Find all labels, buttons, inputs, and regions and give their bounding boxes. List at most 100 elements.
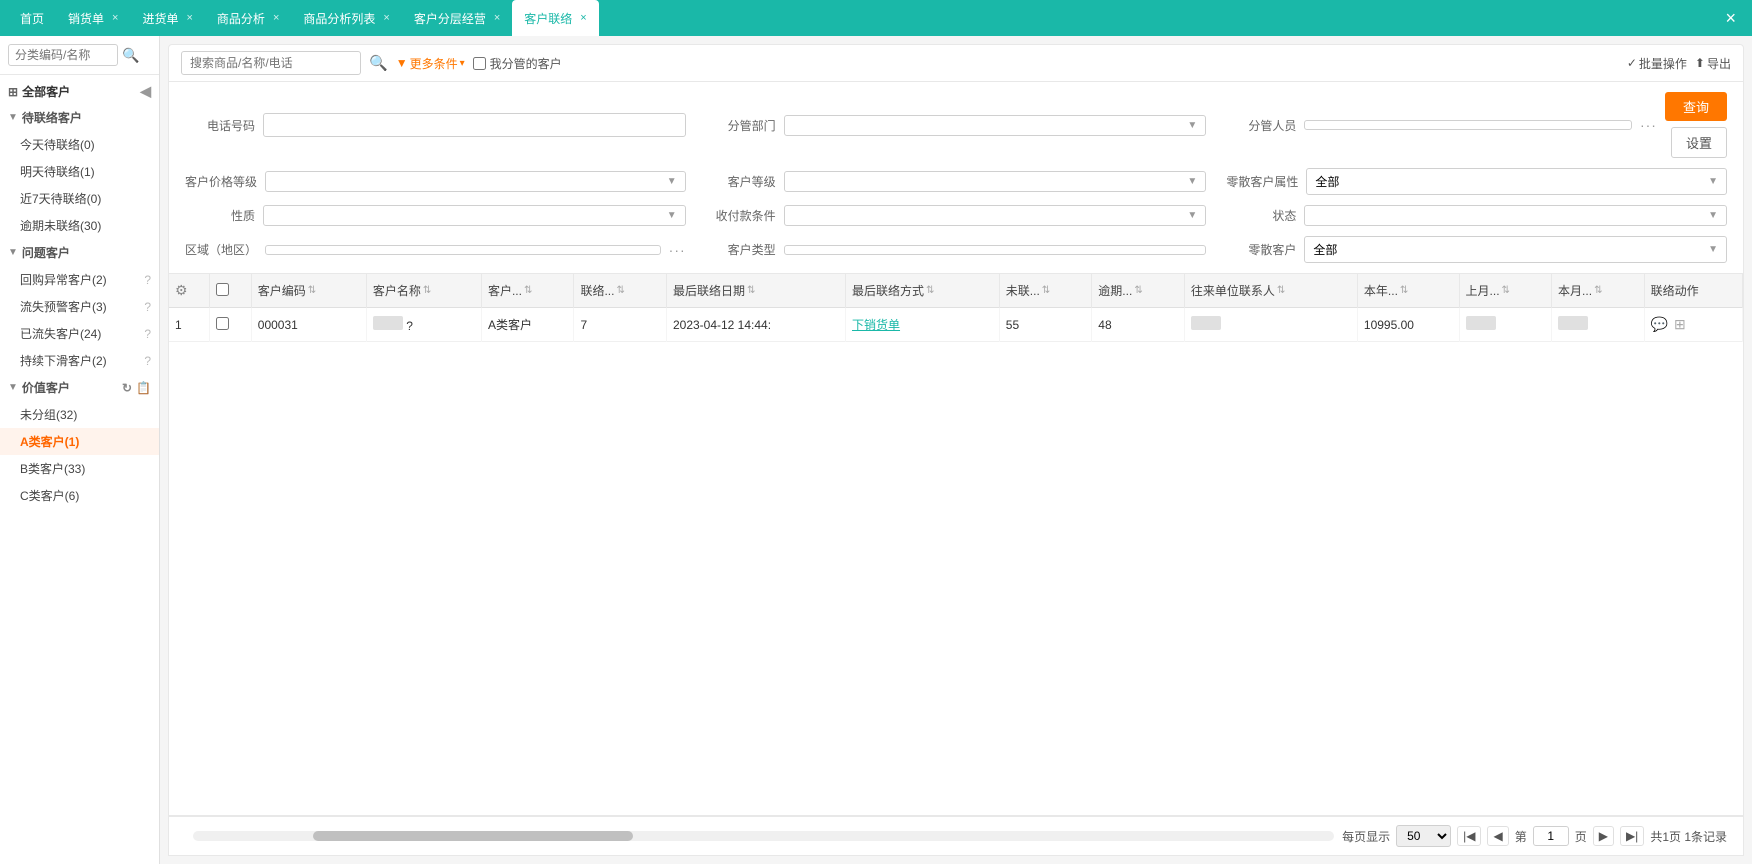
filter-row-person: 分管人员 ··· 查询 设置	[1226, 92, 1727, 158]
query-button[interactable]: 查询	[1665, 92, 1727, 121]
tab-customer-contact-label: 客户联络	[524, 10, 572, 27]
sidebar-search-icon[interactable]: 🔍	[122, 47, 139, 64]
filter-bar: 🔍 ▼ 更多条件 ▾ 我分管的客户 ✓ 批量操作 ⬆ 导出	[168, 44, 1744, 82]
filter-row-price-grade: 客户价格等级 ▼	[185, 168, 686, 195]
tab-customer-segment[interactable]: 客户分层经营 ×	[402, 0, 512, 36]
close-window-icon[interactable]: ×	[1717, 8, 1744, 29]
page-size-select[interactable]: 50 100	[1396, 825, 1451, 847]
person-select[interactable]	[1304, 120, 1632, 130]
price-grade-caret: ▼	[667, 176, 677, 187]
sidebar-item-a-class[interactable]: A类客户(1)	[0, 428, 159, 455]
sort-icon-this-year: ⇅	[1400, 285, 1408, 296]
table-settings-icon[interactable]: ⚙	[175, 282, 188, 298]
retail-attr-select[interactable]: 全部 ▼	[1306, 168, 1727, 195]
filter-search-icon[interactable]: 🔍	[369, 54, 388, 72]
customer-type-label: 客户类型	[706, 241, 776, 258]
refresh-icon[interactable]: ↻	[122, 381, 132, 395]
sidebar-item-churn-warning[interactable]: 流失预警客户(3) ?	[0, 293, 159, 320]
status-select[interactable]: ▼	[1304, 205, 1727, 226]
settings-button[interactable]: 设置	[1671, 127, 1727, 158]
tab-product-analysis-label: 商品分析	[217, 10, 265, 27]
contact-icon[interactable]: 💬	[1651, 316, 1668, 333]
add-group-icon[interactable]: 📋	[136, 381, 151, 395]
tab-home[interactable]: 首页	[8, 0, 56, 36]
dept-select[interactable]: ▼	[784, 115, 1207, 136]
sidebar-item-tomorrow[interactable]: 明天待联络(1)	[0, 158, 159, 185]
col-this-year: 本年... ⇅	[1357, 274, 1459, 308]
sidebar-item-declining[interactable]: 持续下滑客户(2) ?	[0, 347, 159, 374]
problem-customers-header[interactable]: ▼ 问题客户	[0, 239, 159, 266]
a-class-label: A类客户(1)	[20, 433, 79, 450]
ungrouped-label: 未分组(32)	[20, 406, 77, 423]
my-customers-checkbox[interactable]	[473, 57, 486, 70]
prev-page-btn[interactable]: ◀	[1487, 826, 1508, 846]
tab-purchase-order[interactable]: 进货单 ×	[130, 0, 204, 36]
col-overdue-label: 逾期...	[1098, 282, 1132, 299]
person-dots-btn[interactable]: ···	[1640, 117, 1657, 133]
tab-product-analysis[interactable]: 商品分析 ×	[205, 0, 291, 36]
tab-customer-segment-close[interactable]: ×	[494, 12, 500, 24]
tab-customer-contact[interactable]: 客户联络 ×	[512, 0, 598, 36]
price-grade-select[interactable]: ▼	[265, 171, 686, 192]
value-customers-header[interactable]: ▼ 价值客户 ↻ 📋	[0, 374, 159, 401]
row-this-month	[1552, 308, 1645, 342]
col-customer-name-label: 客户名称	[373, 282, 421, 299]
overdue-contact-label: 逾期未联络(30)	[20, 217, 101, 234]
page-of-label: 页	[1575, 828, 1587, 845]
page-size-label: 每页显示	[1342, 828, 1390, 845]
sidebar-item-ungrouped[interactable]: 未分组(32)	[0, 401, 159, 428]
region-select[interactable]	[265, 245, 661, 255]
export-btn[interactable]: ⬆ 导出	[1695, 55, 1731, 72]
row-last-contact-date: 2023-04-12 14:44:	[666, 308, 845, 342]
tab-customer-contact-close[interactable]: ×	[580, 12, 586, 24]
first-page-btn[interactable]: |◀	[1457, 826, 1481, 846]
tab-purchase-label: 进货单	[142, 10, 178, 27]
customer-type-select[interactable]	[784, 245, 1207, 255]
tomorrow-contact-label: 明天待联络(1)	[20, 163, 95, 180]
tab-purchase-close[interactable]: ×	[186, 12, 192, 24]
next-page-btn[interactable]: ▶	[1593, 826, 1614, 846]
tab-sales-order[interactable]: 销货单 ×	[56, 0, 130, 36]
sidebar-item-overdue[interactable]: 逾期未联络(30)	[0, 212, 159, 239]
scrollbar-thumb[interactable]	[313, 831, 633, 841]
batch-op-btn[interactable]: ✓ 批量操作	[1627, 55, 1687, 72]
c-class-label: C类客户(6)	[20, 487, 79, 504]
sidebar-collapse-icon[interactable]: ◀	[140, 83, 151, 100]
page-number-input[interactable]	[1533, 826, 1569, 846]
sidebar-search-input[interactable]	[8, 44, 118, 66]
last-page-btn[interactable]: ▶|	[1620, 826, 1644, 846]
retail-customer-label: 零散客户	[1226, 241, 1296, 258]
more-conditions-btn[interactable]: ▼ 更多条件 ▾	[396, 55, 465, 72]
horizontal-scrollbar[interactable]	[193, 831, 1334, 841]
row-checkbox[interactable]	[216, 317, 229, 330]
last-month-badge	[1466, 316, 1496, 330]
row-last-contact-method-value[interactable]: 下销货单	[852, 318, 900, 332]
nature-caret: ▼	[667, 210, 677, 221]
col-this-month-label: 本月...	[1558, 282, 1592, 299]
sidebar-item-repurchase[interactable]: 回购异常客户(2) ?	[0, 266, 159, 293]
sidebar-item-churned[interactable]: 已流失客户(24) ?	[0, 320, 159, 347]
sort-icon-type: ⇅	[524, 285, 532, 296]
filter-search-input[interactable]	[181, 51, 361, 75]
tab-product-list-close[interactable]: ×	[383, 12, 389, 24]
sidebar-item-today[interactable]: 今天待联络(0)	[0, 131, 159, 158]
pending-contact-header[interactable]: ▼ 待联络客户	[0, 104, 159, 131]
retail-customer-select[interactable]: 全部 ▼	[1304, 236, 1727, 263]
qr-icon[interactable]: ⊞	[1674, 316, 1686, 333]
region-dots-btn[interactable]: ···	[669, 242, 686, 258]
pay-cond-select[interactable]: ▼	[784, 205, 1207, 226]
nature-select[interactable]: ▼	[263, 205, 686, 226]
tab-product-list[interactable]: 商品分析列表 ×	[291, 0, 401, 36]
sidebar: 🔍 ⊞ 全部客户 ◀ ▼ 待联络客户 今天待联络(0) 明天待联络(1) 近7天…	[0, 36, 160, 864]
sidebar-item-7days[interactable]: 近7天待联络(0)	[0, 185, 159, 212]
select-all-checkbox[interactable]	[216, 283, 229, 296]
sort-icon-code: ⇅	[308, 285, 316, 296]
export-icon: ⬆	[1695, 56, 1705, 70]
tab-sales-close[interactable]: ×	[112, 12, 118, 24]
phone-input[interactable]	[263, 113, 686, 137]
sidebar-item-b-class[interactable]: B类客户(33)	[0, 455, 159, 482]
customer-grade-select[interactable]: ▼	[784, 171, 1207, 192]
sidebar-item-c-class[interactable]: C类客户(6)	[0, 482, 159, 509]
filter-actions: 查询 设置	[1665, 92, 1727, 158]
tab-product-analysis-close[interactable]: ×	[273, 12, 279, 24]
